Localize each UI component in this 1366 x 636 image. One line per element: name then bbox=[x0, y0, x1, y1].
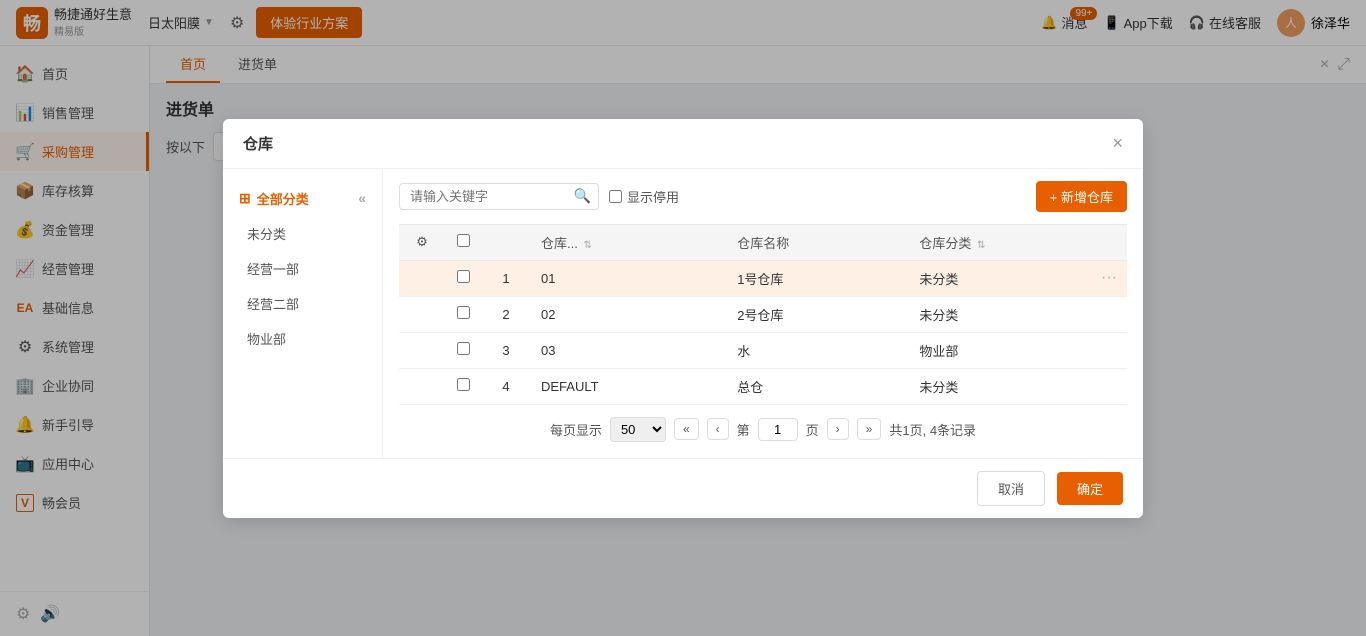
table-toolbar: 🔍 显示停用 + 新增仓库 bbox=[399, 181, 1127, 212]
show-disabled-checkbox[interactable] bbox=[609, 190, 622, 203]
row-no-1: 1 bbox=[481, 260, 531, 296]
table-panel: 🔍 显示停用 + 新增仓库 ⚙ bbox=[383, 169, 1143, 458]
row-gear-1 bbox=[399, 260, 445, 296]
row-category-1: 未分类 ··· bbox=[909, 260, 1127, 296]
row-checkbox-2[interactable] bbox=[457, 306, 470, 319]
row-no-4: 4 bbox=[481, 368, 531, 404]
per-page-label: 每页显示 bbox=[550, 420, 602, 439]
row-checkbox-3[interactable] bbox=[457, 342, 470, 355]
row-name-4: 总仓 bbox=[727, 368, 909, 404]
page-suffix-label: 页 bbox=[806, 420, 819, 439]
cancel-button[interactable]: 取消 bbox=[977, 471, 1045, 506]
page-first-button[interactable]: « bbox=[674, 418, 699, 440]
row-category-3: 物业部 bbox=[909, 332, 1127, 368]
modal-body: ⊞ 全部分类 « 未分类 经营一部 经营二部 物业部 🔍 bbox=[223, 169, 1143, 458]
modal-footer: 取消 确定 bbox=[223, 458, 1143, 518]
row-gear-3 bbox=[399, 332, 445, 368]
row-check-1[interactable] bbox=[445, 260, 481, 296]
search-input[interactable] bbox=[399, 183, 599, 210]
th-check[interactable] bbox=[445, 224, 481, 260]
collapse-button[interactable]: « bbox=[358, 190, 366, 206]
row-more-1[interactable]: ··· bbox=[1101, 269, 1117, 287]
row-name-2: 2号仓库 bbox=[727, 296, 909, 332]
add-warehouse-button[interactable]: + 新增仓库 bbox=[1036, 181, 1127, 212]
page-number-input[interactable] bbox=[758, 418, 798, 441]
table-row[interactable]: 2 02 2号仓库 未分类 bbox=[399, 296, 1127, 332]
confirm-button[interactable]: 确定 bbox=[1057, 472, 1123, 505]
select-all-checkbox[interactable] bbox=[457, 234, 470, 247]
search-wrap: 🔍 bbox=[399, 183, 599, 210]
row-category-4: 未分类 bbox=[909, 368, 1127, 404]
th-name-label: 仓库名称 bbox=[737, 236, 789, 251]
row-name-3: 水 bbox=[727, 332, 909, 368]
row-checkbox-1[interactable] bbox=[457, 270, 470, 283]
table-row[interactable]: 1 01 1号仓库 未分类 ··· bbox=[399, 260, 1127, 296]
modal-title: 仓库 bbox=[243, 133, 273, 154]
row-code-1: 01 bbox=[531, 260, 727, 296]
table-body: 1 01 1号仓库 未分类 ··· 2 02 2号仓库 bbox=[399, 260, 1127, 404]
th-category[interactable]: 仓库分类 ⇅ bbox=[909, 224, 1127, 260]
show-disabled-label: 显示停用 bbox=[609, 187, 679, 206]
row-code-3: 03 bbox=[531, 332, 727, 368]
row-category-2: 未分类 bbox=[909, 296, 1127, 332]
row-no-3: 3 bbox=[481, 332, 531, 368]
row-code-4: DEFAULT bbox=[531, 368, 727, 404]
sort-category-icon: ⇅ bbox=[977, 240, 985, 251]
category-item-property[interactable]: 物业部 bbox=[223, 321, 382, 356]
th-no bbox=[481, 224, 531, 260]
row-gear-2 bbox=[399, 296, 445, 332]
per-page-select[interactable]: 50 10 20 100 bbox=[610, 417, 666, 442]
table-header-row: ⚙ 仓库... ⇅ 仓库名称 bbox=[399, 224, 1127, 260]
th-code-label: 仓库... bbox=[541, 236, 578, 251]
row-no-2: 2 bbox=[481, 296, 531, 332]
warehouse-table: ⚙ 仓库... ⇅ 仓库名称 bbox=[399, 224, 1127, 405]
category-panel: ⊞ 全部分类 « 未分类 经营一部 经营二部 物业部 bbox=[223, 169, 383, 458]
th-code[interactable]: 仓库... ⇅ bbox=[531, 224, 727, 260]
row-check-2[interactable] bbox=[445, 296, 481, 332]
category-all[interactable]: ⊞ 全部分类 « bbox=[223, 181, 382, 216]
warehouse-modal: 仓库 × ⊞ 全部分类 « 未分类 经营一部 经营二部 物业部 bbox=[223, 119, 1143, 518]
row-name-1: 1号仓库 bbox=[727, 260, 909, 296]
table-head: ⚙ 仓库... ⇅ 仓库名称 bbox=[399, 224, 1127, 260]
table-row[interactable]: 4 DEFAULT 总仓 未分类 bbox=[399, 368, 1127, 404]
close-icon[interactable]: × bbox=[1112, 134, 1123, 152]
page-last-button[interactable]: » bbox=[857, 418, 882, 440]
table-row[interactable]: 3 03 水 物业部 bbox=[399, 332, 1127, 368]
row-check-3[interactable] bbox=[445, 332, 481, 368]
page-next-button[interactable]: › bbox=[827, 418, 849, 440]
category-item-dept2[interactable]: 经营二部 bbox=[223, 286, 382, 321]
category-item-unclassified[interactable]: 未分类 bbox=[223, 216, 382, 251]
modal-header: 仓库 × bbox=[223, 119, 1143, 169]
row-check-4[interactable] bbox=[445, 368, 481, 404]
category-all-label: 全部分类 bbox=[257, 189, 309, 208]
th-gear[interactable]: ⚙ bbox=[399, 224, 445, 260]
th-category-label: 仓库分类 bbox=[919, 236, 971, 251]
sort-code-icon: ⇅ bbox=[583, 240, 591, 251]
search-icon[interactable]: 🔍 bbox=[574, 188, 591, 205]
table-container: ⚙ 仓库... ⇅ 仓库名称 bbox=[399, 224, 1127, 405]
row-checkbox-4[interactable] bbox=[457, 378, 470, 391]
grid-icon: ⊞ bbox=[239, 190, 251, 207]
row-code-2: 02 bbox=[531, 296, 727, 332]
modal-overlay: 仓库 × ⊞ 全部分类 « 未分类 经营一部 经营二部 物业部 bbox=[0, 0, 1366, 636]
show-disabled-text: 显示停用 bbox=[627, 187, 679, 206]
th-name[interactable]: 仓库名称 bbox=[727, 224, 909, 260]
page-total-info: 共1页, 4条记录 bbox=[889, 420, 976, 439]
page-prefix-label: 第 bbox=[737, 420, 750, 439]
category-item-dept1[interactable]: 经营一部 bbox=[223, 251, 382, 286]
row-gear-4 bbox=[399, 368, 445, 404]
pagination: 每页显示 50 10 20 100 « ‹ 第 页 › » 共1页, 4条记录 bbox=[399, 405, 1127, 446]
page-prev-button[interactable]: ‹ bbox=[707, 418, 729, 440]
